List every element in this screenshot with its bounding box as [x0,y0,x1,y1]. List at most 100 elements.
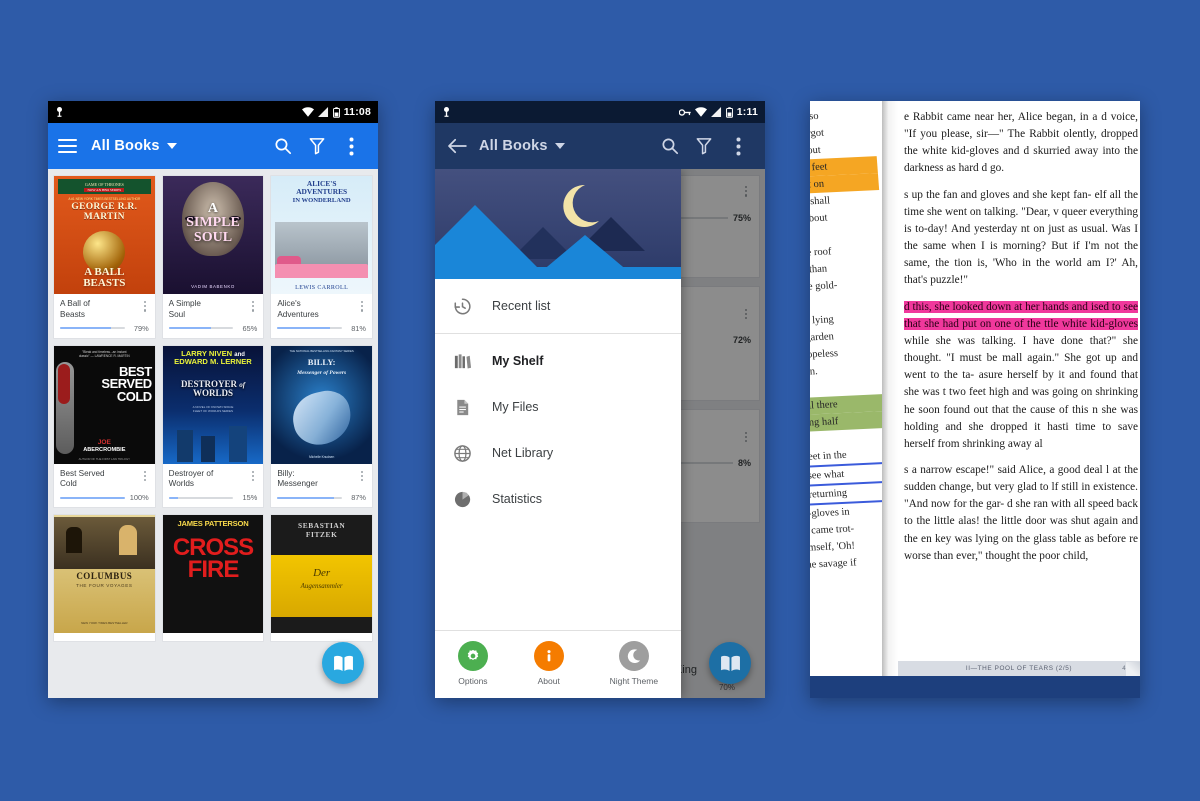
drawer-item-label: My Shelf [492,354,544,368]
page-line: he savage if [810,557,857,571]
cast-icon [442,107,451,117]
open-book-fab[interactable] [322,642,364,684]
phone-3-reader: she was so quite forgot pening out ood-b… [810,101,1140,698]
book-card[interactable]: A SIMPLE SOUL VADIM BABENKO A Simple Soul … [161,175,265,339]
book-overflow-menu-icon[interactable] [140,299,150,321]
drawer-menu: Recent list My Shelf My Files Net Librar… [435,279,681,630]
book-card[interactable]: SEBASTIAN FITZEK Der Augensammler [270,514,373,643]
about-button[interactable]: About [533,641,564,686]
drawer-item-label: Net Library [492,446,554,460]
book-title: Alice's Adventures [277,299,319,319]
reader-view[interactable]: she was so quite forgot pening out ood-b… [810,101,1140,676]
drawer-item-my-shelf[interactable]: My Shelf [435,338,681,384]
previous-page-edge[interactable]: she was so quite forgot pening out ood-b… [810,101,882,676]
paragraph-with-pink-highlight: d this, she looked down at her hands and… [904,299,1140,453]
book-card[interactable]: COLUMBUS THE FOUR VOYAGES NEW YORK TIMES… [53,514,156,643]
progress-percent: 79% [133,323,149,333]
search-icon[interactable] [266,129,300,163]
book-progress: 81% [271,324,372,338]
search-icon[interactable] [653,129,687,163]
caret-down-icon[interactable] [166,143,177,149]
globe-icon [453,444,472,463]
book-progress: 79% [54,324,155,338]
book-title: Destroyer of Worlds [168,468,214,489]
highlight-pink[interactable]: d this, she looked down at her hands and… [904,300,1138,330]
status-bar: 1:11 [435,101,765,123]
toolbar-title[interactable]: All Books [479,138,548,154]
overflow-menu-icon[interactable] [721,129,755,163]
current-page[interactable]: e Rabbit came near her, Alice began, in … [898,101,1140,676]
moon-icon [618,641,649,671]
book-progress: 100% [54,493,155,507]
library-content: GAME OF THRONES NOW AN HBO SERIES A #1 NE… [48,169,378,698]
book-overflow-menu-icon[interactable] [248,299,258,321]
book-cover[interactable]: JAMES PATTERSON CROSS FIRE [162,515,264,634]
book-grid: GAME OF THRONES NOW AN HBO SERIES A #1 NE… [53,175,373,643]
book-card[interactable]: LARRY NIVEN and EDWARD M. LERNER DESTROYE… [161,344,265,509]
drawer-item-my-files[interactable]: My Files [435,384,681,430]
book-cover[interactable]: THE NATIONAL BESTSELLING FANTASY SERIES … [271,345,372,464]
file-document-icon [453,398,472,417]
paragraph-rest: while she was talking. I have done that?… [904,334,1138,450]
book-cover[interactable]: "Bleak and timeless...an instant classic"… [54,345,155,464]
gear-icon [457,641,488,671]
book-title: A Simple Soul [168,299,201,319]
book-cover[interactable]: ALICE'S ADVENTURES IN WONDERLAND LEWIS CAR… [271,176,372,294]
wifi-icon [694,107,707,117]
battery-icon [725,106,733,118]
page-spine [882,101,898,676]
filter-icon[interactable] [300,129,334,163]
wifi-icon [301,107,314,117]
drawer-item-label: Recent list [492,299,551,313]
book-cover[interactable]: COLUMBUS THE FOUR VOYAGES NEW YORK TIMES… [54,515,155,634]
about-label: About [537,676,560,686]
toolbar: All Books [48,123,378,169]
paragraph: s a narrow escape!" said Alice, a good d… [904,463,1138,562]
book-card[interactable]: "Bleak and timeless...an instant classic"… [53,344,156,509]
open-book-icon [720,655,741,672]
drawer-divider [435,333,681,334]
progress-percent: 15% [242,493,258,503]
phone-1-library: 11:08 All Books GAME OF THRONES NOW AN H… [48,101,378,698]
book-card[interactable]: JAMES PATTERSON CROSS FIRE [161,514,265,643]
drawer-header-illustration [435,169,681,279]
book-cover[interactable]: GAME OF THRONES NOW AN HBO SERIES A #1 NE… [54,176,155,294]
book-card[interactable]: ALICE'S ADVENTURES IN WONDERLAND LEWIS CAR… [270,175,373,339]
book-cover[interactable]: A SIMPLE SOUL VADIM BABENKO [162,176,264,294]
caret-down-icon[interactable] [554,143,565,149]
progress-percent: 87% [351,493,366,503]
hamburger-icon[interactable] [58,138,77,154]
overflow-menu-icon[interactable] [334,129,368,163]
signal-icon [710,107,722,117]
book-card[interactable]: GAME OF THRONES NOW AN HBO SERIES A #1 NE… [53,175,156,339]
arrow-back-icon[interactable] [447,138,467,154]
open-book-fab[interactable] [709,642,751,684]
book-cover[interactable]: SEBASTIAN FITZEK Der Augensammler [271,515,372,634]
night-theme-button[interactable]: Night Theme [609,641,659,686]
book-overflow-menu-icon[interactable] [357,469,367,491]
open-book-icon [333,655,354,672]
progress-percent: 65% [242,323,258,333]
drawer-item-label: My Files [492,400,539,414]
book-cover[interactable]: LARRY NIVEN and EDWARD M. LERNER DESTROYE… [162,345,264,464]
drawer-item-recent-list[interactable]: Recent list [435,283,681,329]
toolbar: All Books [435,123,765,169]
page-footer: II—THE POOL OF TEARS (2/5) 40% [898,661,1140,676]
drawer-item-net-library[interactable]: Net Library [435,430,681,476]
options-button[interactable]: Options [457,641,488,686]
progress-percent: 81% [351,323,366,333]
night-theme-label: Night Theme [609,676,659,686]
paragraph: s up the fan and gloves and she kept fan… [904,188,1138,287]
chapter-label: II—THE POOL OF TEARS (2/5) [965,665,1073,672]
book-overflow-menu-icon[interactable] [140,469,150,491]
filter-icon[interactable] [687,129,721,163]
cast-icon [55,107,64,117]
toolbar-title[interactable]: All Books [91,138,160,154]
page-curl-corner[interactable] [1126,662,1140,676]
book-overflow-menu-icon[interactable] [248,469,258,491]
drawer-item-statistics[interactable]: Statistics [435,476,681,522]
drawer-footer: Options About Night Theme [435,630,681,698]
book-card[interactable]: THE NATIONAL BESTSELLING FANTASY SERIES … [270,344,373,509]
book-overflow-menu-icon[interactable] [357,299,367,321]
history-clock-icon [453,297,472,316]
